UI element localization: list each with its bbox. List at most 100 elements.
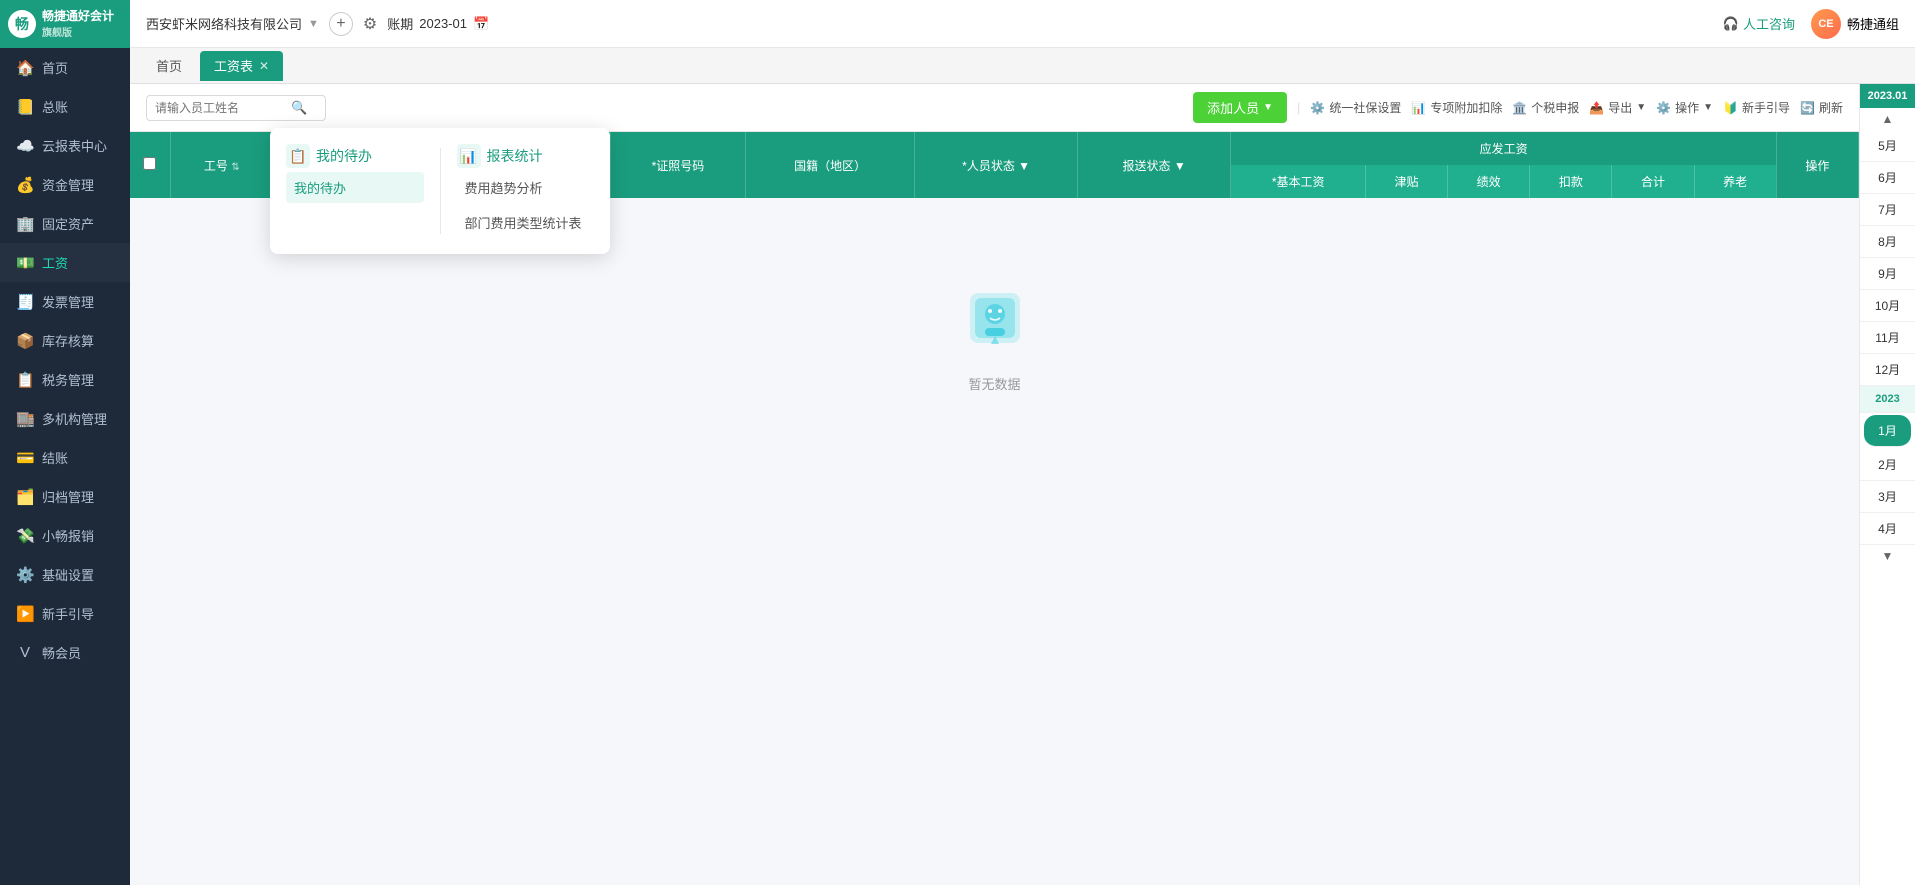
- sidebar-item-settlement[interactable]: 💳 结账: [0, 438, 130, 477]
- sidebar-item-label: 结账: [42, 448, 68, 467]
- month-panel-header: 2023.01: [1860, 84, 1915, 108]
- sidebar-item-cloud[interactable]: ☁️ 云报表中心: [0, 126, 130, 165]
- sidebar-item-label: 新手引导: [42, 604, 94, 623]
- sidebar-item-basic[interactable]: ⚙️ 基础设置: [0, 555, 130, 594]
- export-icon: 📤: [1589, 101, 1604, 115]
- sidebar-item-finance[interactable]: 💰 资金管理: [0, 165, 130, 204]
- sidebar-item-label: 首页: [42, 58, 68, 77]
- sidebar-item-label: 税务管理: [42, 370, 94, 389]
- inventory-icon: 📦: [16, 332, 34, 350]
- xiaochang-icon: 💸: [16, 527, 34, 545]
- month-item-10[interactable]: 10月: [1860, 290, 1915, 322]
- filter-icon-status[interactable]: ▼: [1018, 159, 1030, 173]
- ledger-icon: 📒: [16, 98, 34, 116]
- app-name: 畅捷通好会计: [42, 9, 114, 25]
- avatar: CE: [1811, 9, 1841, 39]
- assets-icon: 🏢: [16, 215, 34, 233]
- filter-icon-report[interactable]: ▼: [1174, 159, 1186, 173]
- month-panel: 2023.01 ▲ 5月 6月 7月 8月 9月 10月 11月 12月 202…: [1859, 84, 1915, 885]
- period-value: 2023-01: [419, 16, 467, 31]
- company-selector[interactable]: 西安虾米网络科技有限公司 ▼: [146, 14, 319, 33]
- sidebar-item-guide[interactable]: ▶️ 新手引导: [0, 594, 130, 633]
- guide-button[interactable]: 🔰 新手引导: [1723, 99, 1790, 116]
- tab-salary-label: 工资表: [214, 56, 253, 75]
- service-label: 人工咨询: [1743, 14, 1795, 33]
- add-person-label: 添加人员: [1207, 98, 1259, 117]
- guide-label: 新手引导: [1742, 99, 1790, 116]
- sidebar-item-multi[interactable]: 🏬 多机构管理: [0, 399, 130, 438]
- settings-icon[interactable]: ⚙: [363, 14, 377, 34]
- tab-close-icon[interactable]: ✕: [259, 59, 269, 73]
- month-item-7[interactable]: 7月: [1860, 194, 1915, 226]
- service-button[interactable]: 🎧 人工咨询: [1723, 14, 1795, 33]
- app-version: 旗舰版: [42, 24, 114, 39]
- sidebar-item-label: 畅会员: [42, 643, 81, 662]
- sidebar-item-tax[interactable]: 📋 税务管理: [0, 360, 130, 399]
- popup-section1-label: 我的待办: [316, 146, 372, 166]
- period-selector[interactable]: 账期 2023-01 📅: [387, 14, 489, 33]
- sidebar-item-home[interactable]: 🏠 首页: [0, 48, 130, 87]
- add-company-button[interactable]: +: [329, 12, 353, 36]
- sidebar-item-xiaochang[interactable]: 💸 小畅报销: [0, 516, 130, 555]
- month-nav-up[interactable]: ▲: [1860, 108, 1915, 130]
- special-deduct-button[interactable]: 📊 专项附加扣除: [1411, 99, 1502, 116]
- period-label: 账期: [387, 14, 413, 33]
- export-arrow-icon: ▼: [1636, 102, 1646, 113]
- search-box: 🔍: [146, 95, 326, 121]
- popup-section2-title: 📊 报表统计: [457, 144, 595, 168]
- popup-section2-label: 报表统计: [487, 146, 543, 166]
- th-base-salary: *基本工资: [1231, 165, 1365, 198]
- sidebar-item-member[interactable]: V 畅会员: [0, 633, 130, 672]
- avatar-initials: CE: [1818, 18, 1833, 30]
- operation-button[interactable]: ⚙️ 操作 ▼: [1656, 99, 1713, 116]
- sidebar-item-ledger[interactable]: 📒 总账: [0, 87, 130, 126]
- archive-icon: 🗂️: [16, 488, 34, 506]
- sidebar: 畅 畅捷通好会计 旗舰版 🏠 首页 📒 总账 ☁️ 云报表中心 💰 资金管理 🏢…: [0, 0, 130, 885]
- year-2023-label: 2023: [1860, 386, 1915, 413]
- user-menu[interactable]: CE 畅捷通组: [1811, 9, 1899, 39]
- sidebar-item-label: 工资: [42, 253, 68, 272]
- search-input[interactable]: [155, 101, 285, 115]
- add-person-button[interactable]: 添加人员 ▼: [1193, 92, 1287, 123]
- month-item-5[interactable]: 5月: [1860, 130, 1915, 162]
- guide-toolbar-icon: 🔰: [1723, 101, 1738, 115]
- month-item-8[interactable]: 8月: [1860, 226, 1915, 258]
- refresh-icon: 🔄: [1800, 101, 1815, 115]
- social-security-label: 统一社保设置: [1329, 99, 1401, 116]
- refresh-button[interactable]: 🔄 刷新: [1800, 99, 1843, 116]
- xiaochang-popup: 📋 我的待办 我的待办 📊 报表统计 费用趋势分析: [270, 128, 610, 254]
- sidebar-item-salary[interactable]: 💵 工资: [0, 243, 130, 282]
- social-security-button[interactable]: ⚙️ 统一社保设置: [1310, 99, 1401, 116]
- search-icon[interactable]: 🔍: [291, 100, 307, 116]
- popup-item-dept-expense[interactable]: 部门费用类型统计表: [457, 207, 595, 238]
- month-item-4[interactable]: 4月: [1860, 513, 1915, 545]
- month-item-6[interactable]: 6月: [1860, 162, 1915, 194]
- month-item-11[interactable]: 11月: [1860, 322, 1915, 354]
- sidebar-item-archive[interactable]: 🗂️ 归档管理: [0, 477, 130, 516]
- th-emp-no: 工号 ⇅: [170, 132, 274, 198]
- month-item-3[interactable]: 3月: [1860, 481, 1915, 513]
- tab-salary-table[interactable]: 工资表 ✕: [200, 51, 283, 81]
- calendar-icon: 📅: [473, 16, 489, 32]
- select-all-checkbox[interactable]: [143, 157, 156, 170]
- popup-item-todo[interactable]: 我的待办: [286, 172, 424, 203]
- cloud-icon: ☁️: [16, 137, 34, 155]
- month-item-2[interactable]: 2月: [1860, 449, 1915, 481]
- finance-icon: 💰: [16, 176, 34, 194]
- sidebar-item-label: 固定资产: [42, 214, 94, 233]
- sidebar-item-inventory[interactable]: 📦 库存核算: [0, 321, 130, 360]
- sidebar-item-label: 基础设置: [42, 565, 94, 584]
- month-nav-down[interactable]: ▼: [1860, 545, 1915, 567]
- tab-home[interactable]: 首页: [142, 51, 196, 81]
- tax-report-button[interactable]: 🏛️ 个税申报: [1512, 99, 1579, 116]
- export-button[interactable]: 📤 导出 ▼: [1589, 99, 1646, 116]
- sidebar-item-invoice[interactable]: 🧾 发票管理: [0, 282, 130, 321]
- sidebar-item-label: 库存核算: [42, 331, 94, 350]
- month-item-9[interactable]: 9月: [1860, 258, 1915, 290]
- month-item-12[interactable]: 12月: [1860, 354, 1915, 386]
- content-area: 🔍 添加人员 ▼ | ⚙️ 统一社保设置 📊 专项附加扣除 🏛️ 个税: [130, 84, 1915, 885]
- popup-item-expense-trend[interactable]: 费用趋势分析: [457, 172, 595, 203]
- sidebar-item-assets[interactable]: 🏢 固定资产: [0, 204, 130, 243]
- month-item-1-active[interactable]: 1月: [1864, 415, 1911, 447]
- tabbar: 首页 工资表 ✕: [130, 48, 1915, 84]
